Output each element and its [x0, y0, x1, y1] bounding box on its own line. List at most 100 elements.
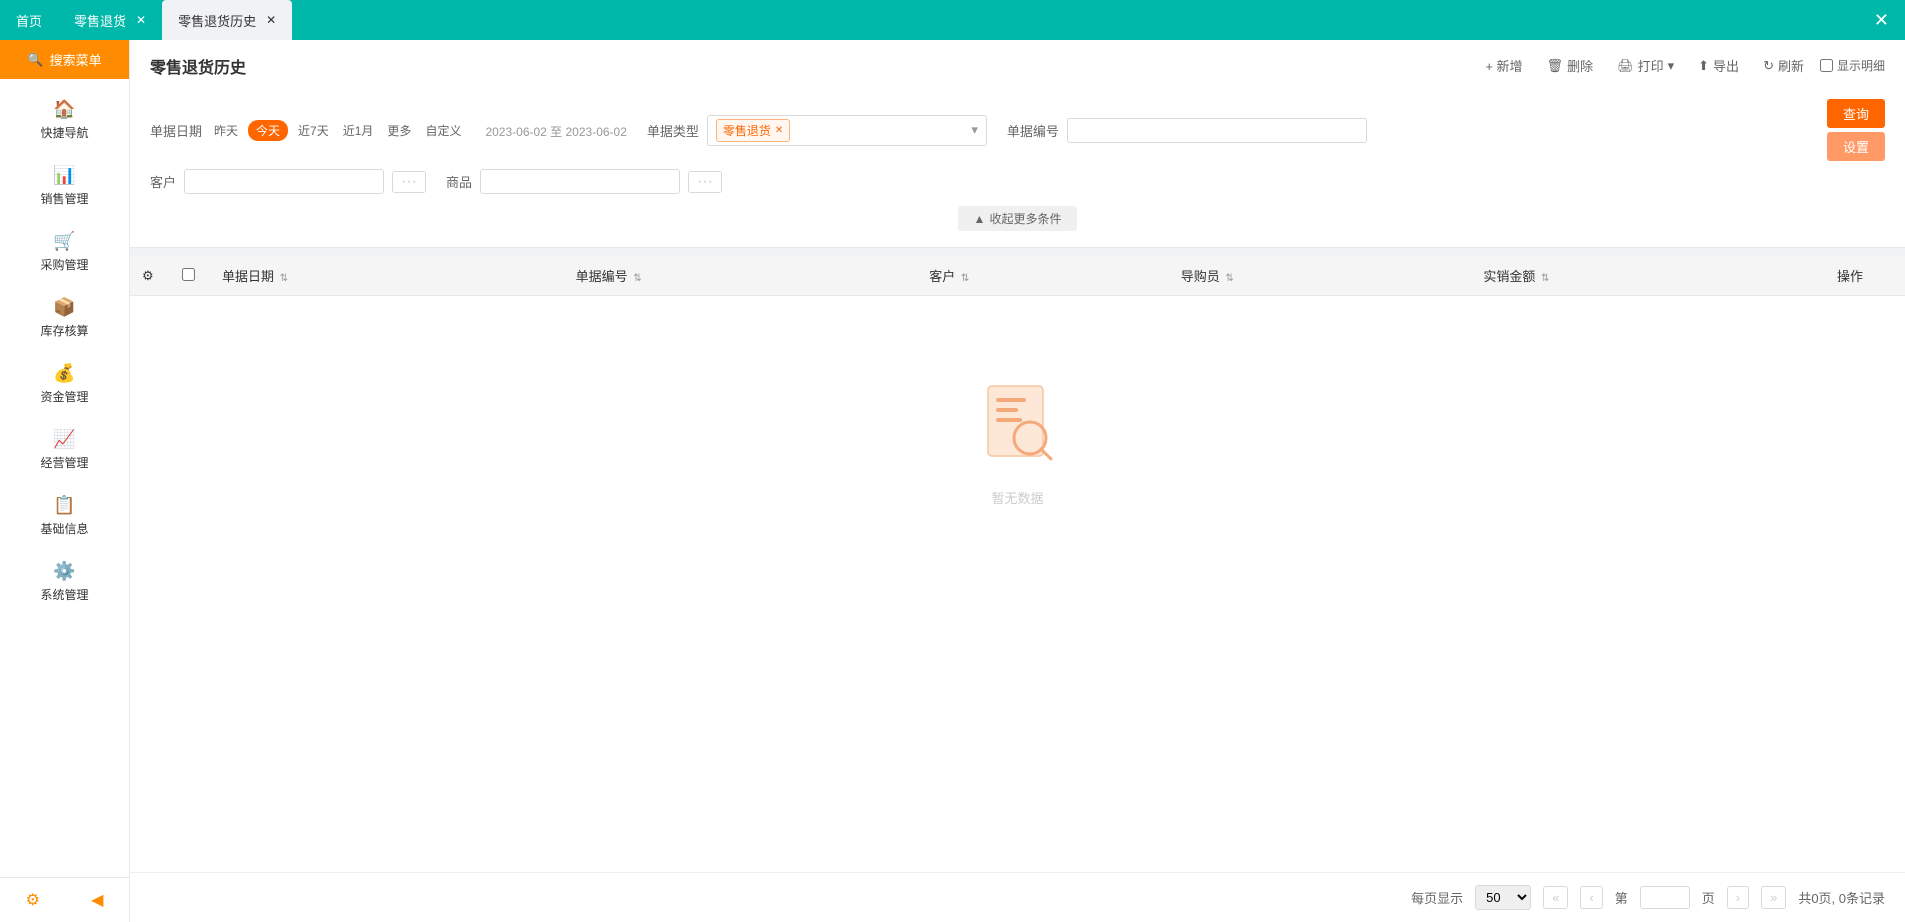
- sidebar-search-label: 搜索菜单: [50, 50, 102, 69]
- collapse-up-icon: ▲: [974, 212, 986, 226]
- table-container: ⚙ 单据日期 ⇅ 单据编号 ⇅: [130, 256, 1905, 872]
- number-filter-label: 单据编号: [1007, 121, 1059, 140]
- tab-bar: 首页零售退货 ✕零售退货历史 ✕: [0, 0, 1874, 40]
- settings-icon[interactable]: ⚙: [142, 268, 154, 283]
- page-label: 第: [1615, 888, 1628, 907]
- sort-customer-icon[interactable]: ⇅: [961, 273, 969, 284]
- page-title: 零售退货历史: [150, 54, 246, 78]
- per-page-select[interactable]: 10 20 50 100: [1475, 885, 1531, 910]
- per-page-label: 每页显示: [1411, 888, 1463, 907]
- top-bar: 首页零售退货 ✕零售退货历史 ✕ ✕: [0, 0, 1905, 40]
- date-range-item: 2023-06-02 至 2023-06-02: [485, 121, 626, 140]
- tab-close-retail-return-history[interactable]: ✕: [266, 13, 276, 27]
- collapse-sidebar-icon[interactable]: ◀: [91, 890, 103, 910]
- tab-close-retail-return[interactable]: ✕: [136, 13, 146, 27]
- sidebar-icon-sales-mgmt: 📊: [53, 165, 75, 186]
- show-detail-checkbox[interactable]: [1820, 59, 1833, 72]
- page-header-top: 零售退货历史 + 新增 🗑 删除 🖨 打印 ▾ ⬆ 导出: [150, 52, 1885, 79]
- sort-amount-icon[interactable]: ⇅: [1541, 273, 1549, 284]
- collapse-row: ▲ 收起更多条件: [150, 202, 1885, 239]
- sort-number-icon[interactable]: ⇅: [633, 273, 641, 284]
- type-select[interactable]: 零售退货 ✕ ▾: [707, 115, 987, 146]
- export-button[interactable]: ⬆ 导出: [1690, 52, 1747, 79]
- print-icon: 🖨: [1617, 58, 1634, 74]
- data-table: ⚙ 单据日期 ⇅ 单据编号 ⇅: [130, 256, 1905, 587]
- content-area: 零售退货历史 + 新增 🗑 删除 🖨 打印 ▾ ⬆ 导出: [130, 40, 1905, 922]
- sidebar-label-sales-mgmt: 销售管理: [40, 190, 88, 207]
- customer-input[interactable]: [184, 169, 384, 194]
- select-all-checkbox[interactable]: [182, 268, 195, 281]
- empty-row: 暂无数据: [130, 296, 1905, 588]
- sidebar-item-system-mgmt[interactable]: ⚙️ 系统管理: [0, 549, 129, 615]
- main-layout: 🔍 搜索菜单 🏠 快捷导航 📊 销售管理 🛒 采购管理 📦 库存核算 💰 资金管…: [0, 40, 1905, 922]
- current-page-input[interactable]: 1: [1640, 886, 1690, 909]
- first-page-button[interactable]: «: [1543, 886, 1568, 909]
- number-filter: 单据编号: [1007, 118, 1367, 143]
- tab-retail-return-history[interactable]: 零售退货历史 ✕: [162, 0, 292, 40]
- pagination-bar: 每页显示 10 20 50 100 « ‹ 第 1 页 › » 共0页, 0条记…: [130, 872, 1905, 922]
- sidebar-search-button[interactable]: 🔍 搜索菜单: [0, 40, 129, 79]
- sidebar-nav: 🏠 快捷导航 📊 销售管理 🛒 采购管理 📦 库存核算 💰 资金管理 📈 经营管…: [0, 79, 129, 877]
- print-button[interactable]: 🖨 打印 ▾: [1609, 52, 1682, 79]
- sort-date-icon[interactable]: ⇅: [280, 273, 288, 284]
- sidebar-label-system-mgmt: 系统管理: [40, 586, 88, 603]
- date-custom[interactable]: 自定义: [421, 120, 465, 141]
- date-yesterday[interactable]: 昨天: [210, 120, 242, 141]
- total-info: 共0页, 0条记录: [1798, 888, 1885, 907]
- tab-home[interactable]: 首页: [0, 0, 58, 40]
- page-header: 零售退货历史 + 新增 🗑 删除 🖨 打印 ▾ ⬆ 导出: [130, 40, 1905, 248]
- sidebar-label-inventory: 库存核算: [40, 322, 88, 339]
- type-tag-close[interactable]: ✕: [775, 125, 783, 136]
- sidebar-icon-system-mgmt: ⚙️: [53, 561, 75, 582]
- new-button[interactable]: + 新增: [1477, 52, 1530, 79]
- prev-page-button[interactable]: ‹: [1580, 886, 1602, 909]
- empty-text: 暂无数据: [991, 488, 1043, 507]
- th-number: 单据编号 ⇅: [564, 256, 918, 296]
- sidebar-icon-basic-info: 📋: [53, 495, 75, 516]
- sort-guide-icon[interactable]: ⇅: [1225, 273, 1233, 284]
- sidebar-item-finance[interactable]: 💰 资金管理: [0, 351, 129, 417]
- customer-dots[interactable]: ···: [392, 171, 426, 193]
- next-page-button[interactable]: ›: [1727, 886, 1749, 909]
- top-bar-right: ✕: [1874, 11, 1905, 29]
- date-more[interactable]: 更多: [383, 120, 415, 141]
- sidebar: 🔍 搜索菜单 🏠 快捷导航 📊 销售管理 🛒 采购管理 📦 库存核算 💰 资金管…: [0, 40, 130, 922]
- empty-icon: [968, 376, 1068, 476]
- date-7days[interactable]: 近7天: [294, 120, 333, 141]
- goods-input[interactable]: [480, 169, 680, 194]
- settings-bottom-icon[interactable]: ⚙: [26, 890, 40, 910]
- sidebar-label-operations: 经营管理: [40, 454, 88, 471]
- last-page-button[interactable]: »: [1761, 886, 1786, 909]
- sidebar-item-quick-nav[interactable]: 🏠 快捷导航: [0, 87, 129, 153]
- page-suffix: 页: [1702, 888, 1715, 907]
- refresh-button[interactable]: ↻ 刷新: [1755, 52, 1812, 79]
- delete-button[interactable]: 🗑 删除: [1539, 52, 1602, 79]
- sidebar-item-purchase-mgmt[interactable]: 🛒 采购管理: [0, 219, 129, 285]
- refresh-icon: ↻: [1763, 58, 1774, 74]
- goods-filter: 商品 ···: [446, 169, 722, 194]
- sidebar-label-finance: 资金管理: [40, 388, 88, 405]
- goods-filter-label: 商品: [446, 172, 472, 191]
- number-input[interactable]: [1067, 118, 1367, 143]
- th-settings: ⚙: [130, 256, 170, 296]
- goods-dots[interactable]: ···: [688, 171, 722, 193]
- date-1month[interactable]: 近1月: [339, 120, 378, 141]
- type-filter-label: 单据类型: [647, 121, 699, 140]
- tab-retail-return[interactable]: 零售退货 ✕: [58, 0, 162, 40]
- date-filter: 单据日期 昨天 今天 近7天 近1月 更多 自定义: [150, 120, 465, 141]
- query-button[interactable]: 查询: [1827, 99, 1885, 128]
- search-icon: 🔍: [27, 52, 43, 68]
- sidebar-icon-quick-nav: 🏠: [53, 99, 75, 120]
- sidebar-item-sales-mgmt[interactable]: 📊 销售管理: [0, 153, 129, 219]
- settings-button[interactable]: 设置: [1827, 132, 1885, 161]
- sidebar-item-operations[interactable]: 📈 经营管理: [0, 417, 129, 483]
- date-shortcuts: 昨天 今天 近7天 近1月 更多 自定义: [210, 120, 465, 141]
- show-detail-checkbox-label[interactable]: 显示明细: [1820, 57, 1885, 74]
- collapse-button[interactable]: ▲ 收起更多条件: [958, 206, 1078, 231]
- filter-row-1: 单据日期 昨天 今天 近7天 近1月 更多 自定义 2023-06-02 至 2…: [150, 99, 1885, 161]
- type-dropdown-icon: ▾: [971, 122, 978, 138]
- date-today[interactable]: 今天: [248, 120, 288, 141]
- window-close-icon[interactable]: ✕: [1874, 11, 1889, 29]
- sidebar-item-basic-info[interactable]: 📋 基础信息: [0, 483, 129, 549]
- sidebar-item-inventory[interactable]: 📦 库存核算: [0, 285, 129, 351]
